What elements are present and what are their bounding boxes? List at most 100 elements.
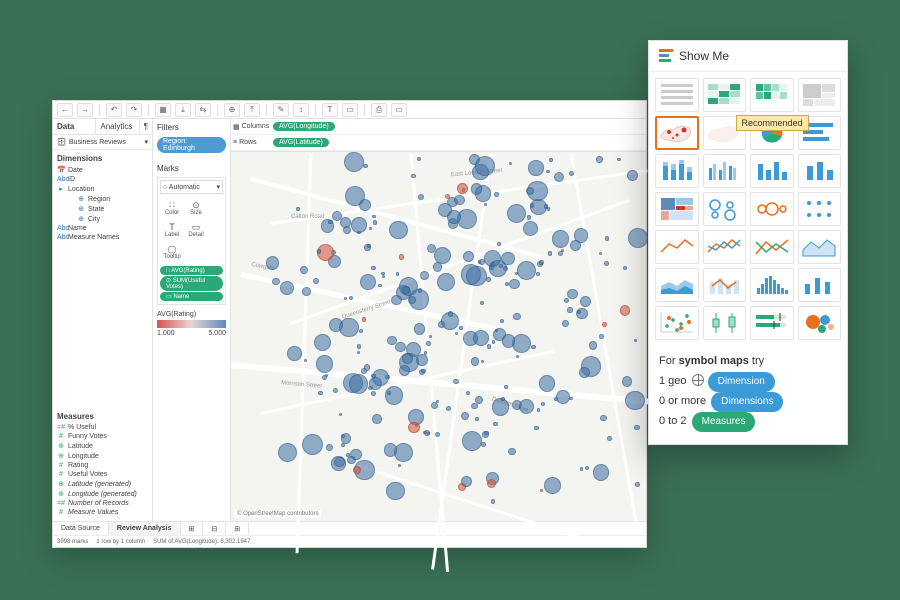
map-symbol[interactable]	[351, 217, 367, 233]
map-symbol[interactable]	[461, 476, 472, 487]
tb-10[interactable]: ✎	[273, 103, 289, 117]
mark-pill[interactable]: ⊙ SUM(Useful Votes)	[160, 276, 223, 291]
chart-type-text-table[interactable]	[655, 78, 699, 112]
marks-type-selector[interactable]: ○ Automatic▾	[160, 180, 223, 194]
tab-data[interactable]: Data	[53, 119, 96, 134]
map-symbol[interactable]	[316, 355, 333, 372]
map-symbol[interactable]	[417, 157, 421, 161]
map-symbol[interactable]	[475, 417, 478, 420]
chart-type-bullet-chart[interactable]	[750, 306, 794, 340]
map-symbol[interactable]	[466, 266, 486, 286]
map-symbol[interactable]	[418, 194, 424, 200]
map-symbol[interactable]	[416, 354, 428, 366]
map-symbol[interactable]	[431, 402, 438, 409]
map-symbol[interactable]	[501, 252, 515, 266]
map-symbol[interactable]	[426, 341, 430, 345]
map-symbol[interactable]	[509, 162, 512, 165]
map-symbol[interactable]	[517, 261, 536, 280]
tab-analytics[interactable]: Analytics	[96, 119, 139, 134]
map-symbol[interactable]	[462, 431, 482, 451]
map-symbol[interactable]	[628, 228, 648, 248]
measure-item[interactable]: ⊕Longitude	[57, 451, 148, 461]
chart-type-lines-multi[interactable]	[703, 230, 747, 264]
map-symbol[interactable]	[593, 464, 610, 481]
map-symbol[interactable]	[494, 192, 499, 197]
measure-item[interactable]: #Measure Values	[57, 508, 148, 517]
map-symbol[interactable]	[625, 391, 644, 410]
map-symbol[interactable]	[556, 390, 570, 404]
mark-pill[interactable]: ∷ AVG(Rating)	[160, 266, 223, 275]
map-symbol[interactable]	[339, 413, 343, 417]
map-symbol[interactable]	[411, 174, 415, 178]
chart-type-stacked-bar[interactable]	[655, 154, 699, 188]
chart-type-line-chart[interactable]	[655, 230, 699, 264]
map-symbol[interactable]	[634, 339, 637, 342]
measure-item[interactable]: ⊕Latitude (generated)	[57, 479, 148, 489]
map-symbol[interactable]	[455, 332, 458, 335]
map-symbol[interactable]	[287, 346, 302, 361]
mark-color[interactable]: ∷Color	[160, 197, 184, 219]
tb-redo[interactable]: ↷	[126, 103, 142, 117]
measure-item[interactable]: #Useful Votes	[57, 470, 148, 479]
map-symbol[interactable]	[372, 414, 381, 423]
map-symbol[interactable]	[396, 272, 400, 276]
map-symbol[interactable]	[278, 443, 297, 462]
map-symbol[interactable]	[364, 364, 370, 370]
map-symbol[interactable]	[599, 334, 604, 339]
mark-size[interactable]: ⊙Size	[184, 197, 208, 219]
map-symbol[interactable]	[604, 261, 609, 266]
tb-5[interactable]: ▦	[155, 103, 171, 117]
map-symbol[interactable]	[357, 344, 361, 348]
map-symbol[interactable]	[435, 432, 440, 437]
dimension-item[interactable]: AbcName	[57, 224, 148, 233]
chart-type-filled-map[interactable]: Recommended	[703, 116, 747, 150]
chart-type-heat-map[interactable]	[750, 78, 794, 112]
map-symbol[interactable]	[548, 251, 553, 256]
map-symbol[interactable]	[424, 430, 431, 437]
measure-item[interactable]: #Funny Votes	[57, 432, 148, 441]
chart-type-area-stacked[interactable]	[655, 268, 699, 302]
map-symbol[interactable]	[386, 482, 404, 500]
map-symbol[interactable]	[466, 391, 470, 395]
map-symbol[interactable]	[534, 426, 538, 430]
map-symbol[interactable]	[507, 204, 526, 223]
map-symbol[interactable]	[387, 391, 391, 395]
map-symbol[interactable]	[580, 296, 591, 307]
measure-item[interactable]: =#% Useful	[57, 423, 148, 432]
map-symbol[interactable]	[513, 313, 521, 321]
map-symbol[interactable]	[622, 376, 633, 387]
map-symbol[interactable]	[549, 158, 552, 161]
map-symbol[interactable]	[266, 256, 279, 269]
tb-fwd[interactable]: →	[77, 103, 93, 117]
map-symbol[interactable]	[326, 444, 333, 451]
map-symbol[interactable]	[523, 221, 538, 236]
map-symbol[interactable]	[509, 279, 520, 290]
tb-7[interactable]: ⇆	[195, 103, 211, 117]
tb-9[interactable]: ⤒	[244, 103, 260, 117]
map-symbol[interactable]	[596, 156, 602, 162]
map-symbol[interactable]	[391, 295, 401, 305]
chart-type-dual-line[interactable]	[750, 230, 794, 264]
map-symbol[interactable]	[373, 220, 378, 225]
map-symbol[interactable]	[453, 379, 458, 384]
map-symbol[interactable]	[580, 467, 583, 470]
map-symbol[interactable]	[349, 296, 353, 300]
map-symbol[interactable]	[437, 273, 455, 291]
map-canvas[interactable]: East London StreetCalton RoadCowgateQuee…	[231, 152, 646, 521]
measure-item[interactable]: ⊕Longitude (generated)	[57, 489, 148, 499]
map-symbol[interactable]	[481, 442, 486, 447]
map-symbol[interactable]	[420, 271, 429, 280]
chart-type-histogram[interactable]	[750, 268, 794, 302]
map-symbol[interactable]	[357, 351, 360, 354]
map-symbol[interactable]	[567, 307, 572, 312]
map-symbol[interactable]	[634, 425, 640, 431]
measure-item[interactable]: =#Number of Records	[57, 499, 148, 508]
map-symbol[interactable]	[567, 289, 578, 300]
chart-type-side-by-side-bar[interactable]	[703, 154, 747, 188]
map-symbol[interactable]	[620, 305, 630, 315]
mark-label[interactable]: TLabel	[160, 219, 184, 241]
map-symbol[interactable]	[446, 406, 451, 411]
map-symbol[interactable]	[447, 210, 461, 224]
map-symbol[interactable]	[540, 489, 543, 492]
chart-type-area-chart[interactable]	[798, 230, 842, 264]
